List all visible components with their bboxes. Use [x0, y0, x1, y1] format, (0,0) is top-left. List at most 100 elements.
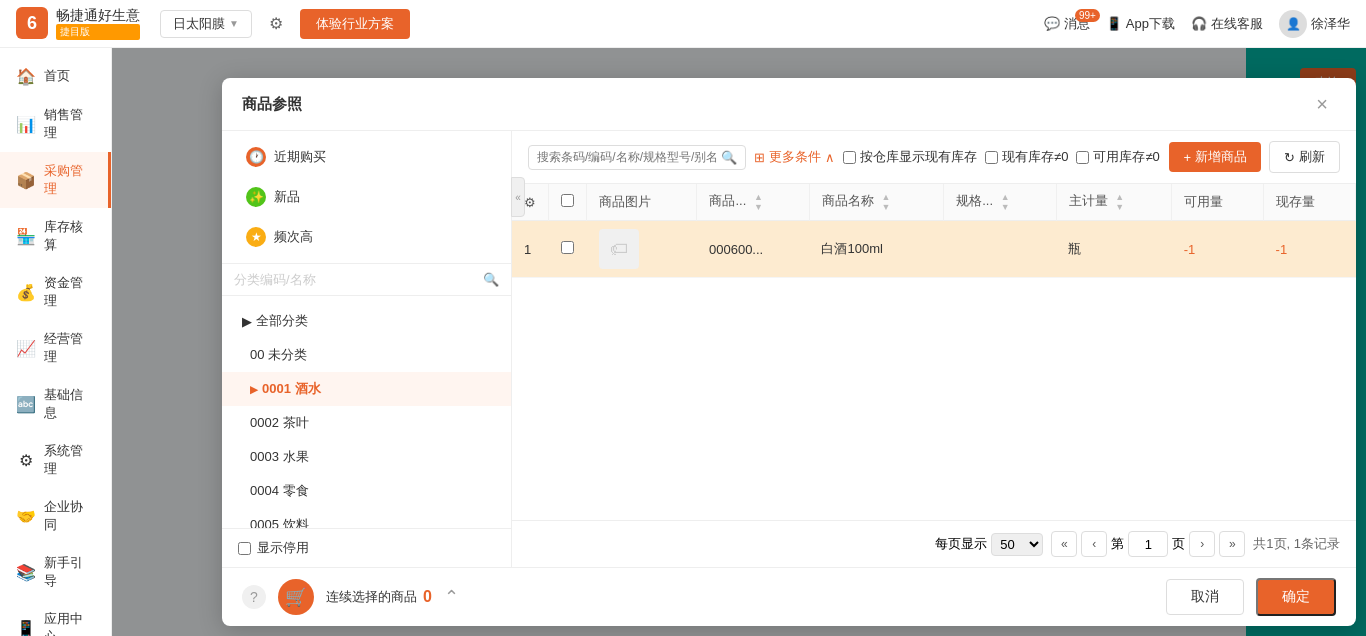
topbar: 6 畅捷通好生意 捷目版 日太阳膜 ▼ ⚙ 体验行业方案 💬 消息 99+ 📱 … — [0, 0, 1366, 48]
messages-button[interactable]: 💬 消息 99+ — [1044, 15, 1090, 33]
collapse-panel-button[interactable]: « — [511, 177, 525, 217]
sidebar-item-label: 新手引导 — [44, 554, 95, 590]
th-spec[interactable]: 规格... ▲▼ — [944, 184, 1056, 221]
warehouse-check[interactable]: 按仓库显示现有库存 — [843, 148, 977, 166]
help-button[interactable]: ? — [242, 585, 266, 609]
quick-buttons: 🕐 近期购买 ✨ 新品 ★ 频次高 « — [222, 131, 511, 263]
app-label: App下载 — [1126, 15, 1175, 33]
show-disabled-checkbox[interactable] — [238, 542, 251, 555]
cat-arrow-icon: ▶ — [250, 384, 258, 395]
nav-selector[interactable]: 日太阳膜 ▼ — [160, 10, 252, 38]
th-code[interactable]: 商品... ▲▼ — [697, 184, 809, 221]
warehouse-checkbox[interactable] — [843, 151, 856, 164]
cart-button[interactable]: 🛒 — [278, 579, 314, 615]
row-checkbox — [549, 221, 587, 278]
logo-text: 畅捷通好生意 — [56, 7, 140, 24]
sidebar-item-collab[interactable]: 🤝 企业协同 — [0, 488, 111, 544]
last-page-button[interactable]: » — [1219, 531, 1245, 557]
gear-button[interactable]: ⚙ — [260, 8, 292, 40]
th-stock: 现存量 — [1264, 184, 1356, 221]
th-unit-label: 主计量 — [1069, 193, 1108, 208]
usable-checkbox[interactable] — [1076, 151, 1089, 164]
sidebar-item-basic[interactable]: 🔤 基础信息 — [0, 376, 111, 432]
available-check[interactable]: 现有库存≠0 — [985, 148, 1068, 166]
sidebar-item-label: 应用中心 — [44, 610, 95, 636]
page-size-selector: 每页显示 50 10 20 100 — [935, 533, 1043, 556]
product-search-box: 🔍 — [528, 145, 746, 170]
category-liquor[interactable]: ▶ 0001 酒水 — [222, 372, 511, 406]
sidebar-item-app[interactable]: 📱 应用中心 — [0, 600, 111, 636]
category-snack[interactable]: 0004 零食 — [222, 474, 511, 508]
more-conditions-button[interactable]: ⊞ 更多条件 ∧ — [754, 148, 835, 166]
sales-icon: 📊 — [16, 114, 36, 134]
row-select-checkbox[interactable] — [561, 241, 574, 254]
sidebar-item-home[interactable]: 🏠 首页 — [0, 56, 111, 96]
usable-check[interactable]: 可用库存≠0 — [1076, 148, 1159, 166]
refresh-button[interactable]: ↻ 刷新 — [1269, 141, 1340, 173]
category-search-bar: 🔍 — [222, 263, 511, 296]
confirm-button[interactable]: 确定 — [1256, 578, 1336, 616]
sidebar-item-inventory[interactable]: 🏪 库存核算 — [0, 208, 111, 264]
home-icon: 🏠 — [16, 66, 36, 86]
category-beverage[interactable]: 0005 饮料 — [222, 508, 511, 528]
category-all[interactable]: ▶ 全部分类 — [222, 304, 511, 338]
th-name[interactable]: 商品名称 ▲▼ — [809, 184, 943, 221]
sort-arrows: ▲▼ — [1115, 192, 1124, 212]
high-freq-label: 频次高 — [274, 228, 313, 246]
product-table: ⚙ 商品图片 商品... ▲▼ — [512, 184, 1356, 278]
sidebar-item-purchase[interactable]: 📦 采购管理 — [0, 152, 111, 208]
sidebar-item-guide[interactable]: 📚 新手引导 — [0, 544, 111, 600]
new-product-btn[interactable]: ✨ 新品 — [234, 179, 499, 215]
nav-selector-arrow: ▼ — [229, 18, 239, 29]
row-index: 1 — [512, 221, 549, 278]
page-navigation: « ‹ 第 页 › » — [1051, 531, 1245, 557]
user-menu[interactable]: 👤 徐泽华 — [1279, 10, 1350, 38]
service-button[interactable]: 🎧 在线客服 — [1191, 15, 1263, 33]
new-icon: ✨ — [246, 187, 266, 207]
sidebar-item-sales[interactable]: 📊 销售管理 — [0, 96, 111, 152]
inventory-icon: 🏪 — [16, 226, 36, 246]
add-product-button[interactable]: + 新增商品 — [1169, 142, 1261, 172]
chevron-up-icon: ∧ — [825, 150, 835, 165]
available-check-label: 现有库存≠0 — [1002, 148, 1068, 166]
category-fruit[interactable]: 0003 水果 — [222, 440, 511, 474]
page-suffix: 页 — [1172, 535, 1185, 553]
recent-purchase-btn[interactable]: 🕐 近期购买 — [234, 139, 499, 175]
sidebar-item-label: 基础信息 — [44, 386, 95, 422]
cat-label: 0005 饮料 — [250, 516, 309, 528]
cancel-button[interactable]: 取消 — [1166, 579, 1244, 615]
cat-arrow-icon: ▶ — [242, 314, 252, 329]
new-product-label: 新品 — [274, 188, 300, 206]
modal-close-button[interactable]: × — [1308, 90, 1336, 118]
sidebar-item-business[interactable]: 📈 经营管理 — [0, 320, 111, 376]
per-page-select[interactable]: 50 10 20 100 — [991, 533, 1043, 556]
category-tea[interactable]: 0002 茶叶 — [222, 406, 511, 440]
high-freq-btn[interactable]: ★ 频次高 — [234, 219, 499, 255]
app-download-button[interactable]: 📱 App下载 — [1106, 15, 1175, 33]
next-page-button[interactable]: › — [1189, 531, 1215, 557]
category-search-input[interactable] — [234, 272, 483, 287]
available-checkbox[interactable] — [985, 151, 998, 164]
row-unit: 瓶 — [1056, 221, 1172, 278]
add-icon: + — [1183, 150, 1191, 165]
logo-badge: 捷目版 — [56, 24, 140, 40]
page-number-input[interactable] — [1128, 531, 1168, 557]
trial-button[interactable]: 体验行业方案 — [300, 9, 410, 39]
left-panel: 🕐 近期购买 ✨ 新品 ★ 频次高 « — [222, 131, 512, 567]
th-spec-label: 规格... — [956, 193, 993, 208]
footer-collapse-button[interactable]: ⌃ — [444, 586, 459, 608]
th-unit[interactable]: 主计量 ▲▼ — [1056, 184, 1172, 221]
select-all-checkbox[interactable] — [561, 194, 574, 207]
sidebar-item-system[interactable]: ⚙ 系统管理 — [0, 432, 111, 488]
product-search-input[interactable] — [537, 150, 717, 164]
product-search-icon[interactable]: 🔍 — [721, 150, 737, 165]
prev-page-button[interactable]: ‹ — [1081, 531, 1107, 557]
refresh-icon: ↻ — [1284, 150, 1295, 165]
category-search-icon[interactable]: 🔍 — [483, 272, 499, 287]
row-image: 🏷 — [587, 221, 697, 278]
category-uncategorized[interactable]: 00 未分类 — [222, 338, 511, 372]
table-row[interactable]: 1 🏷 000600... 白酒100ml 瓶 -1 — [512, 221, 1356, 278]
show-disabled-toggle[interactable]: 显示停用 — [222, 528, 511, 567]
first-page-button[interactable]: « — [1051, 531, 1077, 557]
sidebar-item-finance[interactable]: 💰 资金管理 — [0, 264, 111, 320]
